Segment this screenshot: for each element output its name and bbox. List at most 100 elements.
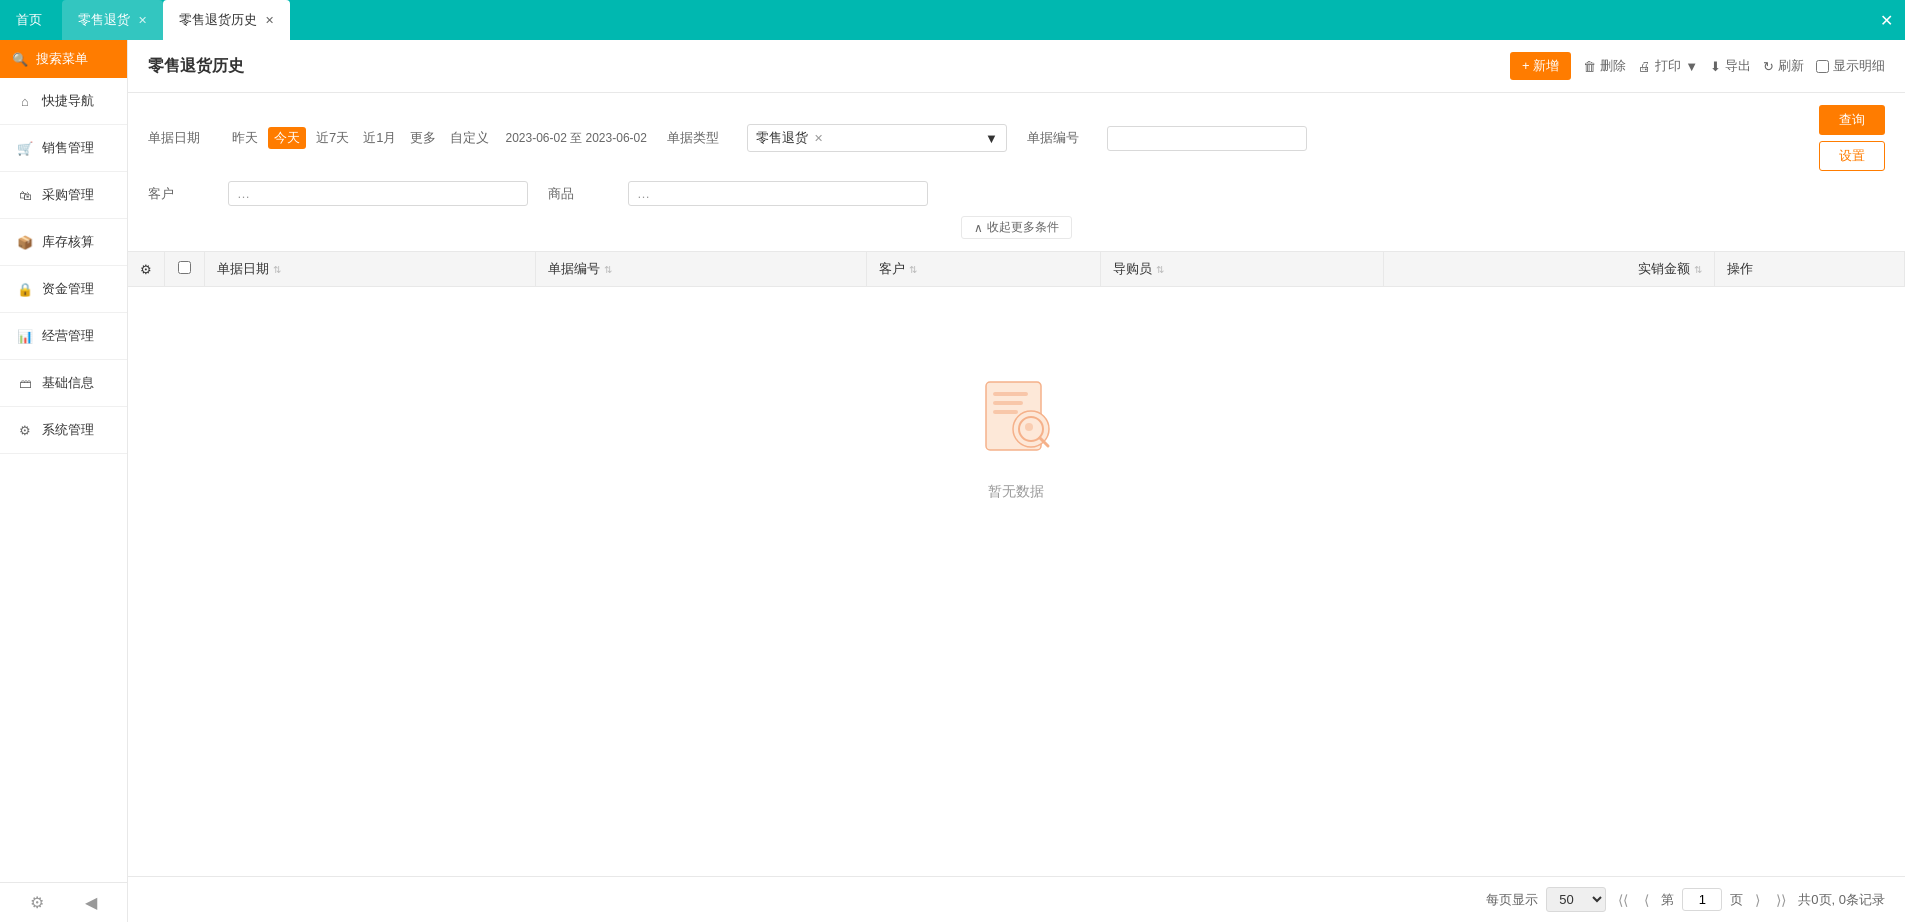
show-detail-checkbox[interactable]: 显示明细 <box>1816 57 1885 75</box>
tab-retail-return[interactable]: 零售退货 ✕ <box>62 0 163 40</box>
empty-state-row: 暂无数据 <box>128 287 1905 582</box>
no-sort-icon: ⇅ <box>604 264 612 275</box>
type-filter-label: 单据类型 <box>667 129 727 147</box>
sidebar-item-finance-mgmt[interactable]: 🔒 资金管理 <box>0 266 127 313</box>
sidebar-item-quick-nav-label: 快捷导航 <box>42 92 94 110</box>
page-first-button[interactable]: ⟨⟨ <box>1614 890 1632 910</box>
date-opt-yesterday[interactable]: 昨天 <box>228 127 262 149</box>
data-table: ⚙ 单据日期 ⇅ 单据编号 ⇅ <box>128 252 1905 581</box>
tab-home-label: 首页 <box>16 11 42 29</box>
setting-button[interactable]: 设置 <box>1819 141 1885 171</box>
show-detail-input[interactable] <box>1816 60 1829 73</box>
sidebar-item-sales-mgmt[interactable]: 🛒 销售管理 <box>0 125 127 172</box>
sidebar-item-operation-mgmt[interactable]: 📊 经营管理 <box>0 313 127 360</box>
header-actions: + 新增 🗑 删除 🖨 打印 ▼ ⬇ 导出 ↻ 刷新 <box>1510 52 1885 80</box>
new-button[interactable]: + 新增 <box>1510 52 1571 80</box>
print-button[interactable]: 🖨 打印 ▼ <box>1638 57 1698 75</box>
date-opt-1month[interactable]: 近1月 <box>359 127 400 149</box>
col-date[interactable]: 单据日期 ⇅ <box>205 252 536 287</box>
col-guide[interactable]: 导购员 ⇅ <box>1101 252 1384 287</box>
filter-area: 单据日期 昨天 今天 近7天 近1月 更多 自定义 2023-06-02 至 2… <box>128 93 1905 252</box>
collapse-button[interactable]: ∧ 收起更多条件 <box>961 216 1072 239</box>
table-container: ⚙ 单据日期 ⇅ 单据编号 ⇅ <box>128 252 1905 876</box>
page-unit: 页 <box>1730 891 1743 909</box>
type-tag-value: 零售退货 <box>756 129 808 147</box>
voucher-no-input[interactable] <box>1107 126 1307 151</box>
sidebar-nav: ⌂ 快捷导航 🛒 销售管理 🛍 采购管理 📦 库存核算 🔒 资金管理 📊 <box>0 78 127 882</box>
col-settings[interactable]: ⚙ <box>128 252 165 287</box>
export-icon: ⬇ <box>1710 59 1721 74</box>
tab-retail-return-history-label: 零售退货历史 <box>179 11 257 29</box>
col-amount[interactable]: 实销金额 ⇅ <box>1384 252 1715 287</box>
goods-filter-input[interactable]: … <box>628 181 928 206</box>
date-opt-custom[interactable]: 自定义 <box>446 127 493 149</box>
tab-retail-return-close[interactable]: ✕ <box>138 14 147 27</box>
date-opt-today[interactable]: 今天 <box>268 127 306 149</box>
home-icon: ⌂ <box>16 92 34 110</box>
date-opt-more[interactable]: 更多 <box>406 127 440 149</box>
svg-point-7 <box>1025 423 1033 431</box>
col-action: 操作 <box>1715 252 1905 287</box>
table-icon: 🗃 <box>16 374 34 392</box>
amount-sort-icon: ⇅ <box>1694 264 1702 275</box>
type-select-chevron: ▼ <box>985 131 998 146</box>
svg-rect-3 <box>993 410 1018 414</box>
tab-retail-return-label: 零售退货 <box>78 11 130 29</box>
sidebar-item-quick-nav[interactable]: ⌂ 快捷导航 <box>0 78 127 125</box>
collapse-row: ∧ 收起更多条件 <box>148 216 1885 239</box>
delete-button[interactable]: 🗑 删除 <box>1583 57 1626 75</box>
refresh-button[interactable]: ↻ 刷新 <box>1763 57 1804 75</box>
warehouse-icon: 📦 <box>16 233 34 251</box>
goods-filter-label: 商品 <box>548 185 608 203</box>
select-all-checkbox[interactable] <box>178 261 191 274</box>
page-next-button[interactable]: ⟩ <box>1751 890 1764 910</box>
sidebar-item-inventory-calc[interactable]: 📦 库存核算 <box>0 219 127 266</box>
date-opt-7days[interactable]: 近7天 <box>312 127 353 149</box>
page-prev-button[interactable]: ⟨ <box>1640 890 1653 910</box>
table-body: 暂无数据 <box>128 287 1905 582</box>
page-size-label: 每页显示 <box>1486 891 1538 909</box>
sidebar-item-basic-info-label: 基础信息 <box>42 374 94 392</box>
svg-rect-2 <box>993 401 1023 405</box>
sidebar-item-purchase-mgmt[interactable]: 🛍 采购管理 <box>0 172 127 219</box>
date-filter-label: 单据日期 <box>148 129 208 147</box>
tab-home[interactable]: 首页 <box>0 0 58 40</box>
customer-filter-input[interactable]: … <box>228 181 528 206</box>
sidebar-item-basic-info[interactable]: 🗃 基础信息 <box>0 360 127 407</box>
export-button[interactable]: ⬇ 导出 <box>1710 57 1751 75</box>
page-title: 零售退货历史 <box>148 56 244 77</box>
sidebar-search[interactable]: 🔍 搜索菜单 <box>0 40 127 78</box>
search-icon: 🔍 <box>12 52 28 67</box>
sidebar-settings-btn[interactable]: ⚙ <box>30 893 44 912</box>
sidebar-collapse-btn[interactable]: ◀ <box>85 893 97 912</box>
col-no[interactable]: 单据编号 ⇅ <box>536 252 867 287</box>
filter-row-2: 客户 … 商品 … <box>148 181 1885 206</box>
tab-bar-close-all[interactable]: ✕ <box>1880 11 1905 30</box>
empty-state: 暂无数据 <box>128 287 1905 581</box>
main-layout: 🔍 搜索菜单 ⌂ 快捷导航 🛒 销售管理 🛍 采购管理 📦 库存核算 🔒 <box>0 40 1905 922</box>
sidebar-item-system-mgmt[interactable]: ⚙ 系统管理 <box>0 407 127 454</box>
col-customer[interactable]: 客户 ⇅ <box>867 252 1101 287</box>
tab-retail-return-history-close[interactable]: ✕ <box>265 14 274 27</box>
lock-icon: 🔒 <box>16 280 34 298</box>
content-area: 零售退货历史 + 新增 🗑 删除 🖨 打印 ▼ ⬇ 导出 ↻ <box>128 40 1905 922</box>
page-last-button[interactable]: ⟩⟩ <box>1772 890 1790 910</box>
empty-state-text: 暂无数据 <box>988 483 1044 501</box>
page-label: 第 <box>1661 891 1674 909</box>
col-checkbox[interactable] <box>165 252 205 287</box>
query-button[interactable]: 查询 <box>1819 105 1885 135</box>
filter-row-1: 单据日期 昨天 今天 近7天 近1月 更多 自定义 2023-06-02 至 2… <box>148 105 1885 171</box>
table-head: ⚙ 单据日期 ⇅ 单据编号 ⇅ <box>128 252 1905 287</box>
page-number-input[interactable] <box>1682 888 1722 911</box>
bag-icon: 🛍 <box>16 186 34 204</box>
date-sort-icon: ⇅ <box>273 264 281 275</box>
chart-icon: 📊 <box>16 327 34 345</box>
sidebar-item-system-mgmt-label: 系统管理 <box>42 421 94 439</box>
date-options: 昨天 今天 近7天 近1月 更多 自定义 2023-06-02 至 2023-0… <box>228 127 647 149</box>
sidebar: 🔍 搜索菜单 ⌂ 快捷导航 🛒 销售管理 🛍 采购管理 📦 库存核算 🔒 <box>0 40 128 922</box>
total-info: 共0页, 0条记录 <box>1798 891 1885 909</box>
type-tag-close[interactable]: ✕ <box>814 132 823 145</box>
page-size-select[interactable]: 50 100 200 <box>1546 887 1606 912</box>
tab-retail-return-history[interactable]: 零售退货历史 ✕ <box>163 0 290 40</box>
type-filter-select[interactable]: 零售退货 ✕ ▼ <box>747 124 1007 152</box>
